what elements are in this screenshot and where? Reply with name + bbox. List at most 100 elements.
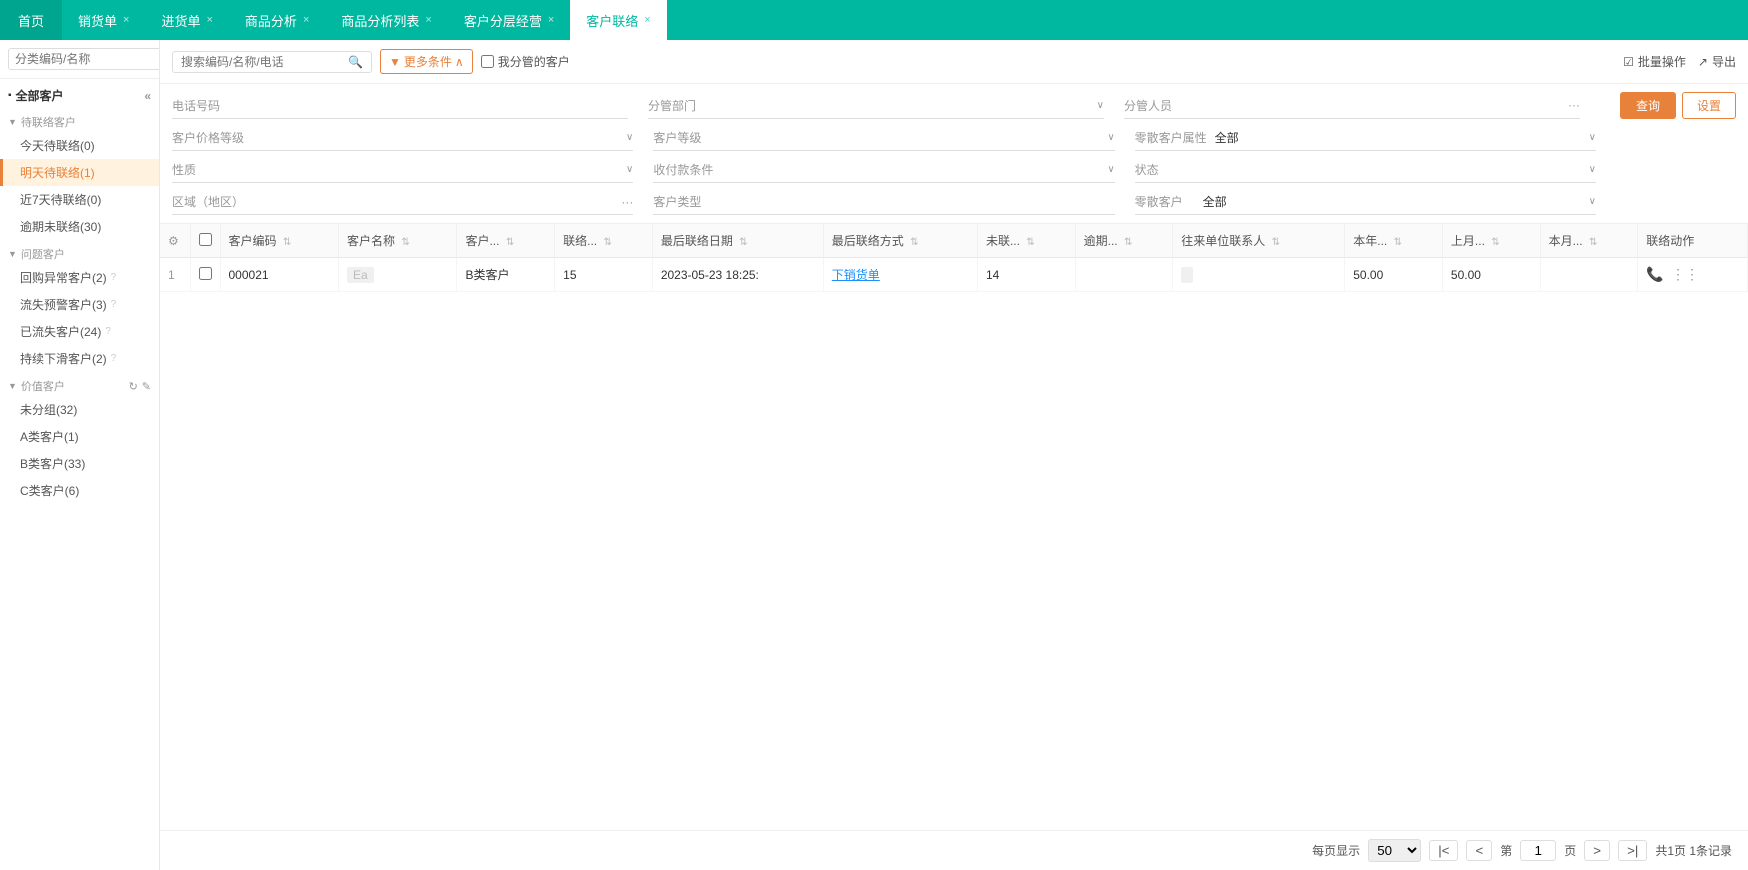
sidebar-item-class-b[interactable]: B类客户(33) [0, 450, 159, 477]
sidebar-collapse-icon[interactable]: « [144, 89, 151, 103]
filter-payment-arrow[interactable]: ∨ [1107, 164, 1114, 175]
nav-goods-analysis-list[interactable]: 商品分析列表 × [325, 0, 447, 40]
th-contact-person[interactable]: 往来单位联系人 ⇅ [1173, 224, 1345, 258]
nav-customer-contact-close[interactable]: × [644, 14, 650, 26]
th-overdue[interactable]: 逾期... ⇅ [1075, 224, 1173, 258]
filter-row-3: 性质 ∨ 收付款条件 ∨ 状态 ∨ [172, 157, 1736, 183]
sidebar: 🔍 ▪ 全部客户 « 待联络客户 今天待联络(0) 明天待联络(1) 近7天待联… [0, 40, 160, 870]
toolbar-filter-btn[interactable]: ▼ 更多条件 ∧ [380, 49, 473, 74]
sidebar-item-overdue[interactable]: 逾期未联络(30) [0, 213, 159, 240]
sidebar-item-ungrouped[interactable]: 未分组(32) [0, 396, 159, 423]
sidebar-item-today[interactable]: 今天待联络(0) [0, 132, 159, 159]
value-customers-refresh[interactable]: ↻ [129, 380, 138, 393]
filter-customer-level[interactable]: 客户等级 ∨ [653, 125, 1114, 151]
td-last-contact-method: 下销货单 [823, 258, 977, 292]
sidebar-item-class-a[interactable]: A类客户(1) [0, 423, 159, 450]
th-type[interactable]: 客户... ⇅ [457, 224, 555, 258]
page-next-btn[interactable]: > [1584, 840, 1610, 861]
filter-retail[interactable]: 零散客户 全部 ∨ [1135, 189, 1596, 215]
sort-icon-code: ⇅ [283, 237, 291, 248]
filter-nature-arrow[interactable]: ∨ [626, 164, 633, 175]
filter-status[interactable]: 状态 ∨ [1135, 157, 1596, 183]
toolbar-search-input[interactable] [181, 55, 348, 69]
sidebar-item-churn-warning[interactable]: 流失预警客户(3) ? [0, 291, 159, 318]
filter-chevron: ∧ [455, 55, 464, 69]
batch-operation-btn[interactable]: ☑ 批量操作 [1623, 53, 1686, 70]
filter-nature[interactable]: 性质 ∨ [172, 157, 633, 183]
td-this-month [1540, 258, 1638, 292]
nav-customer-tier[interactable]: 客户分层经营 × [448, 0, 570, 40]
th-code[interactable]: 客户编码 ⇅ [220, 224, 338, 258]
sort-icon-uncontacted: ⇅ [1026, 237, 1034, 248]
th-last-month[interactable]: 上月... ⇅ [1442, 224, 1540, 258]
page-first-btn[interactable]: |< [1429, 840, 1458, 861]
th-contact-count[interactable]: 联络... ⇅ [555, 224, 653, 258]
td-this-year: 50.00 [1345, 258, 1443, 292]
page-last-btn[interactable]: >| [1618, 840, 1647, 861]
nav-sales[interactable]: 销货单 × [62, 0, 145, 40]
sidebar-item-churned[interactable]: 已流失客户(24) ? [0, 318, 159, 345]
value-customers-edit[interactable]: ✎ [142, 380, 151, 393]
row-checkbox[interactable] [199, 267, 212, 280]
td-contact-count: 15 [555, 258, 653, 292]
action-more-icon[interactable]: ⋮⋮ [1671, 266, 1699, 282]
td-name: Ea [338, 258, 456, 292]
th-last-contact-date[interactable]: 最后联络日期 ⇅ [652, 224, 823, 258]
filter-department[interactable]: 分管部门 ∨ [648, 93, 1104, 119]
sidebar-item-tomorrow[interactable]: 明天待联络(1) [0, 159, 159, 186]
page-number-input[interactable] [1520, 840, 1556, 861]
contact-method-link[interactable]: 下销货单 [832, 268, 880, 282]
per-page-select[interactable]: 50 100 200 [1368, 839, 1421, 862]
settings-button[interactable]: 设置 [1682, 92, 1736, 119]
my-customers-checkbox[interactable] [481, 55, 494, 68]
nav-goods-analysis[interactable]: 商品分析 × [229, 0, 325, 40]
table-select-all[interactable] [199, 233, 212, 246]
sidebar-item-declining[interactable]: 持续下滑客户(2) ? [0, 345, 159, 372]
th-uncontacted[interactable]: 未联... ⇅ [977, 224, 1075, 258]
export-btn[interactable]: ↗ 导出 [1698, 53, 1736, 70]
my-customers-checkbox-label[interactable]: 我分管的客户 [481, 53, 570, 70]
nav-purchase[interactable]: 进货单 × [145, 0, 228, 40]
sidebar-search-input[interactable] [8, 48, 160, 70]
query-button[interactable]: 查询 [1620, 92, 1676, 119]
sort-icon-contact: ⇅ [604, 237, 612, 248]
sidebar-item-repurchase-abnormal[interactable]: 回购异常客户(2) ? [0, 264, 159, 291]
th-this-year[interactable]: 本年... ⇅ [1345, 224, 1443, 258]
filter-retail-attr[interactable]: 零散客户属性 全部 ∨ [1135, 125, 1596, 151]
filter-manager-dots[interactable]: ··· [1568, 98, 1580, 112]
toolbar-search-icon[interactable]: 🔍 [348, 55, 363, 69]
page-prev-btn[interactable]: < [1466, 840, 1492, 861]
nav-customer-contact[interactable]: 客户联络 × [570, 0, 666, 40]
sidebar-item-week[interactable]: 近7天待联络(0) [0, 186, 159, 213]
nav-sales-close[interactable]: × [123, 14, 129, 26]
filter-payment[interactable]: 收付款条件 ∨ [653, 157, 1114, 183]
table-gear-icon[interactable]: ⚙ [168, 234, 179, 248]
nav-customer-tier-close[interactable]: × [548, 14, 554, 26]
main-content: 🔍 ▼ 更多条件 ∧ 我分管的客户 ☑ 批量操作 ↗ 导出 [160, 40, 1748, 870]
sort-icon-name: ⇅ [401, 237, 409, 248]
filter-row-4: 区域（地区） ··· 客户类型 零散客户 全部 ∨ [172, 189, 1736, 215]
filter-region-dots[interactable]: ··· [621, 195, 633, 209]
filter-phone-input[interactable] [240, 98, 628, 112]
page-label: 第 [1500, 842, 1512, 859]
nav-home[interactable]: 首页 [0, 0, 62, 40]
per-page-label: 每页显示 [1312, 842, 1360, 859]
th-name[interactable]: 客户名称 ⇅ [338, 224, 456, 258]
sidebar-item-class-c[interactable]: C类客户(6) [0, 477, 159, 504]
filter-retail-attr-arrow[interactable]: ∨ [1589, 132, 1596, 143]
filter-region: 区域（地区） ··· [172, 189, 633, 215]
action-phone-icon[interactable]: 📞 [1646, 266, 1663, 282]
filter-price-arrow[interactable]: ∨ [626, 132, 633, 143]
filter-retail-arrow[interactable]: ∨ [1589, 196, 1596, 207]
filter-department-arrow[interactable]: ∨ [1097, 100, 1104, 111]
filter-price-level[interactable]: 客户价格等级 ∨ [172, 125, 633, 151]
group-problem-customers: 问题客户 [0, 240, 159, 264]
export-icon: ↗ [1698, 55, 1708, 69]
th-this-month[interactable]: 本月... ⇅ [1540, 224, 1638, 258]
filter-status-arrow[interactable]: ∨ [1589, 164, 1596, 175]
th-last-contact-method[interactable]: 最后联络方式 ⇅ [823, 224, 977, 258]
nav-goods-analysis-close[interactable]: × [303, 14, 309, 26]
nav-purchase-close[interactable]: × [206, 14, 212, 26]
nav-goods-analysis-list-close[interactable]: × [425, 14, 431, 26]
filter-customer-level-arrow[interactable]: ∨ [1107, 132, 1114, 143]
